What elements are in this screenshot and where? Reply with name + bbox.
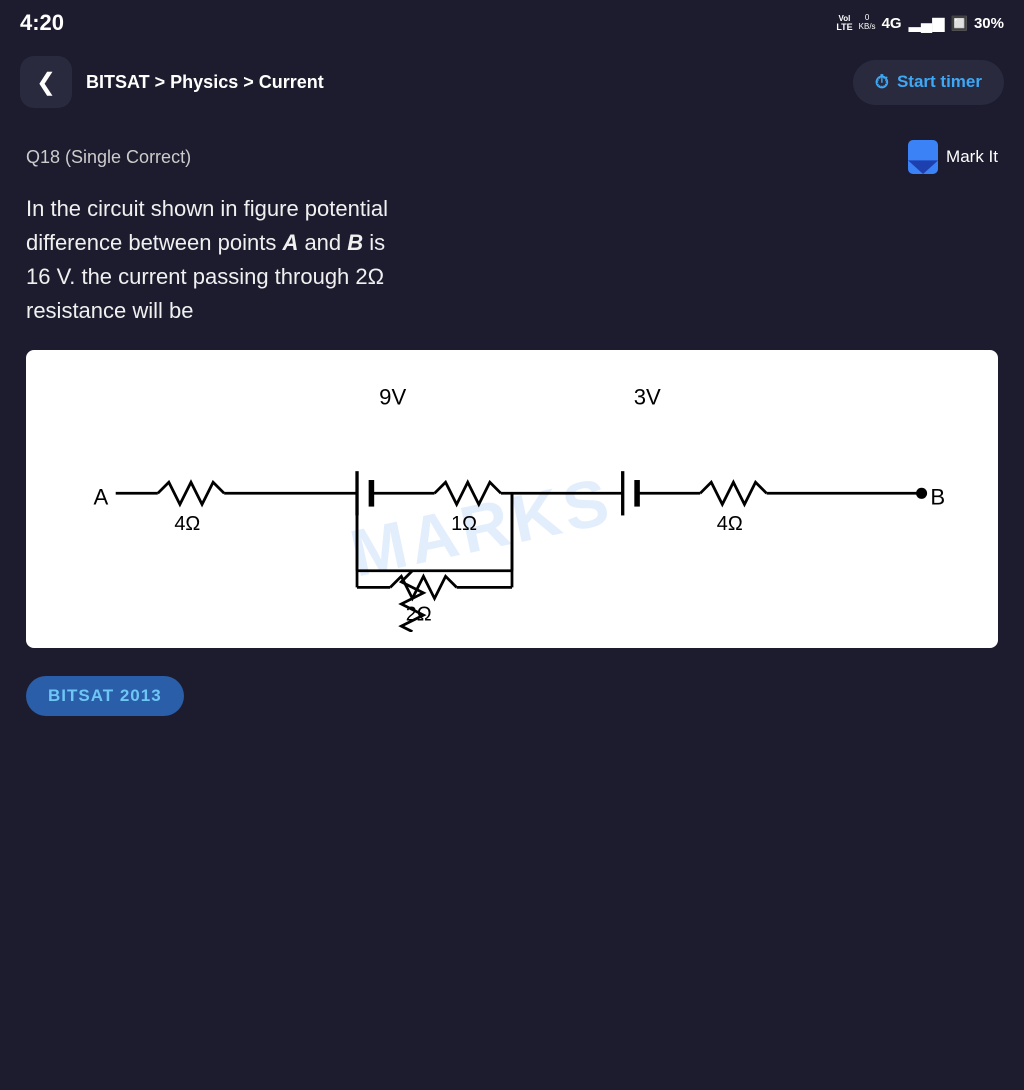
question-label: Q18 (Single Correct)	[26, 147, 191, 168]
network-type: 4G	[882, 15, 902, 32]
svg-text:A: A	[94, 485, 109, 510]
status-bar: 4:20 Vol LTE 0 KB/s 4G ▂▄▆ 🔲 30%	[0, 0, 1024, 42]
back-button[interactable]: ❮	[20, 56, 72, 108]
kb-s-icon: 0 KB/s	[859, 14, 876, 32]
question-line1: In the circuit shown in figure potential…	[26, 196, 388, 323]
breadcrumb: BITSAT > Physics > Current	[86, 72, 324, 93]
circuit-svg: MARKS 9V 3V A B 4Ω	[36, 366, 988, 632]
status-time: 4:20	[20, 10, 64, 36]
svg-text:1Ω: 1Ω	[451, 513, 477, 535]
tag-label: BITSAT 2013	[48, 686, 162, 705]
circuit-diagram: MARKS 9V 3V A B 4Ω	[26, 350, 998, 648]
question-header: Q18 (Single Correct) Mark It	[26, 140, 998, 174]
timer-icon: ⏱	[875, 72, 889, 93]
nav-bar: ❮ BITSAT > Physics > Current ⏱ Start tim…	[0, 42, 1024, 126]
bookmark-icon	[908, 140, 938, 174]
mark-it-label: Mark It	[946, 147, 998, 167]
status-icons: Vol LTE 0 KB/s 4G ▂▄▆ 🔲 30%	[836, 13, 1004, 33]
svg-text:B: B	[930, 485, 945, 510]
svg-text:2Ω: 2Ω	[406, 604, 432, 626]
back-icon: ❮	[36, 68, 56, 97]
bitsat-tag-button[interactable]: BITSAT 2013	[26, 676, 184, 716]
svg-text:4Ω: 4Ω	[174, 513, 200, 535]
nav-left: ❮ BITSAT > Physics > Current	[20, 56, 324, 108]
svg-text:3V: 3V	[634, 385, 661, 410]
content-area: Q18 (Single Correct) Mark It In the circ…	[0, 126, 1024, 736]
svg-text:9V: 9V	[379, 385, 406, 410]
circuit-diagram-container: MARKS 9V 3V A B 4Ω	[26, 350, 998, 648]
svg-text:4Ω: 4Ω	[717, 513, 743, 535]
battery-icon: 🔲	[951, 15, 968, 32]
timer-label: Start timer	[897, 72, 982, 92]
question-text: In the circuit shown in figure potential…	[26, 192, 998, 328]
start-timer-button[interactable]: ⏱ Start timer	[853, 60, 1004, 105]
battery-percent: 30%	[974, 15, 1004, 32]
signal-icon: ▂▄▆	[909, 13, 945, 33]
mark-it-button[interactable]: Mark It	[908, 140, 998, 174]
lte-vol-icon: Vol LTE	[836, 15, 852, 32]
